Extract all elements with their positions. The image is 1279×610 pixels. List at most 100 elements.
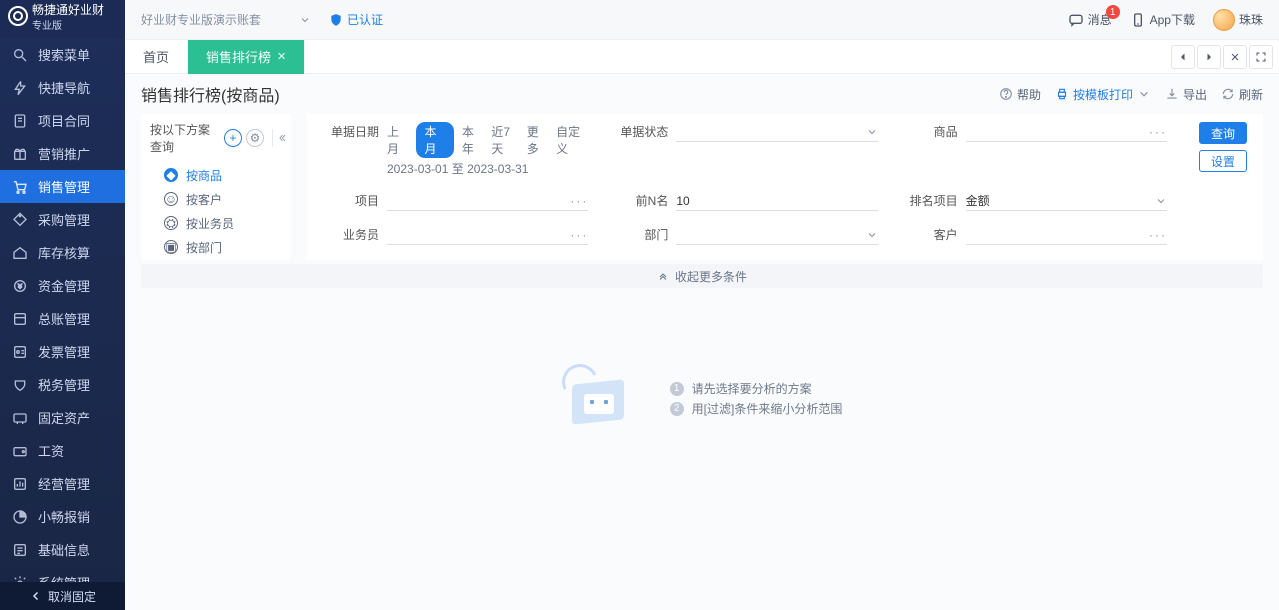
customer-picker[interactable]: ···	[966, 225, 1167, 245]
nav-basic[interactable]: 基础信息	[0, 533, 125, 566]
print-link[interactable]: 按模板打印	[1055, 86, 1151, 103]
field-label: 商品	[902, 122, 958, 142]
print-icon	[1055, 87, 1069, 101]
more-icon[interactable]: ···	[1149, 125, 1167, 139]
tag-icon	[12, 212, 28, 228]
more-icon[interactable]: ···	[570, 194, 588, 208]
home-icon	[12, 245, 28, 261]
nav-label: 采购管理	[38, 210, 90, 229]
cancel-pin-button[interactable]: 取消固定	[0, 582, 125, 610]
scheme-add-button[interactable]: +	[224, 129, 242, 147]
nav-contract[interactable]: 项目合同	[0, 104, 125, 137]
chat-icon	[1068, 12, 1084, 28]
rank-select[interactable]: 金额	[966, 191, 1167, 211]
date-preset[interactable]: 更多	[527, 123, 548, 157]
nav-quick[interactable]: 快捷导航	[0, 71, 125, 104]
invoice-icon	[12, 344, 28, 360]
msg-button[interactable]: 消息 1	[1068, 11, 1112, 28]
brand-mark-icon	[8, 6, 28, 26]
user-menu[interactable]: 珠珠	[1213, 9, 1263, 31]
report-icon	[12, 509, 28, 525]
nav-marketing[interactable]: 营销推广	[0, 137, 125, 170]
chevron-down-icon	[866, 126, 878, 138]
nav-purchase[interactable]: 采购管理	[0, 203, 125, 236]
tab-prev-button[interactable]	[1171, 45, 1195, 69]
scheme-panel: 按以下方案查询 + ⚙ ◆按商品 ☺按客户 ⛭按业务员 ▣按部门	[141, 114, 291, 260]
topn-input[interactable]: 10	[676, 191, 877, 211]
page-title: 销售排行榜(按商品)	[141, 82, 280, 106]
field-project: 项目 ···	[323, 191, 588, 211]
msg-badge: 1	[1106, 5, 1120, 19]
scheme-item-customer[interactable]: ☺按客户	[142, 187, 290, 211]
project-picker[interactable]: ···	[387, 191, 588, 211]
settings-button[interactable]: 设置	[1199, 150, 1247, 172]
more-icon[interactable]: ···	[1149, 228, 1167, 242]
action-col: 查询 设置	[1191, 122, 1247, 177]
nav-biz[interactable]: 经营管理	[0, 467, 125, 500]
topn-value: 10	[676, 194, 689, 208]
date-preset[interactable]: 自定义	[556, 123, 588, 157]
export-link[interactable]: 导出	[1165, 86, 1207, 103]
tab-home[interactable]: 首页	[125, 40, 188, 74]
nav-fund[interactable]: ¥资金管理	[0, 269, 125, 302]
field-status: 单据状态	[612, 122, 877, 177]
caret-left-icon	[1177, 51, 1189, 63]
user-label: 珠珠	[1239, 11, 1263, 28]
scheme-settings-button[interactable]: ⚙	[246, 129, 264, 147]
more-icon[interactable]: ···	[570, 228, 588, 242]
wallet-icon	[12, 443, 28, 459]
nav-label: 系统管理	[38, 573, 90, 582]
scheme-collapse-button[interactable]	[272, 129, 290, 147]
product-picker[interactable]: ···	[966, 122, 1167, 142]
date-preset[interactable]: 上月	[387, 123, 408, 157]
nav-label: 小畅报销	[38, 507, 90, 526]
tab-next-button[interactable]	[1197, 45, 1221, 69]
help-label: 帮助	[1017, 86, 1041, 103]
fullscreen-button[interactable]	[1249, 45, 1273, 69]
status-select[interactable]	[676, 122, 877, 142]
field-date: 单据日期 上月 本月 本年 近7天 更多 自定义 2023-03-01 至	[323, 122, 588, 177]
verified-badge: 已认证	[329, 11, 383, 28]
tab-sales-rank[interactable]: 销售排行榜 ✕	[188, 40, 305, 74]
scheme-item-salesman[interactable]: ⛭ 按业务员	[142, 211, 290, 235]
nav-inventory[interactable]: 库存核算	[0, 236, 125, 269]
salesman-picker[interactable]: ···	[387, 225, 588, 245]
scheme-item-dept[interactable]: ▣按部门	[142, 235, 290, 259]
nav-gl[interactable]: 总账管理	[0, 302, 125, 335]
close-icon	[1229, 51, 1241, 63]
person-icon: ⛭	[164, 216, 178, 230]
user-icon: ☺	[164, 192, 178, 206]
nav-system[interactable]: 系统管理	[0, 566, 125, 582]
help-icon	[999, 87, 1013, 101]
refresh-link[interactable]: 刷新	[1221, 86, 1263, 103]
nav-invoice[interactable]: 发票管理	[0, 335, 125, 368]
nav-asset[interactable]: 固定资产	[0, 401, 125, 434]
scheme-item-product[interactable]: ◆按商品	[142, 163, 290, 187]
nav-search[interactable]: 搜索菜单	[0, 38, 125, 71]
nav-sales[interactable]: 销售管理	[0, 170, 125, 203]
avatar-icon	[1213, 9, 1235, 31]
nav-label: 项目合同	[38, 111, 90, 130]
scheme-item-label: 按业务员	[186, 215, 234, 232]
refresh-icon	[1221, 87, 1235, 101]
nav-tax[interactable]: 税务管理	[0, 368, 125, 401]
help-link[interactable]: 帮助	[999, 86, 1041, 103]
nav-expense[interactable]: 小畅报销	[0, 500, 125, 533]
date-to: 2023-03-31	[467, 162, 528, 176]
dept-icon: ▣	[164, 240, 178, 254]
dept-select[interactable]	[676, 225, 877, 245]
close-icon[interactable]: ✕	[277, 50, 286, 63]
query-button[interactable]: 查询	[1199, 122, 1247, 144]
date-preset[interactable]: 本年	[462, 123, 483, 157]
collapse-filters-button[interactable]: 收起更多条件	[141, 264, 1263, 288]
field-label: 单据日期	[323, 122, 379, 142]
nav-label: 营销推广	[38, 144, 90, 163]
date-preset[interactable]: 本月	[416, 122, 453, 158]
shield-icon	[329, 13, 343, 27]
app-download-button[interactable]: App下载	[1130, 11, 1195, 28]
nav-label: 基础信息	[38, 540, 90, 559]
date-preset[interactable]: 近7天	[491, 123, 518, 157]
env-switcher[interactable]: 好业财专业版演示账套	[141, 11, 311, 28]
tab-close-all-button[interactable]	[1223, 45, 1247, 69]
nav-salary[interactable]: 工资	[0, 434, 125, 467]
